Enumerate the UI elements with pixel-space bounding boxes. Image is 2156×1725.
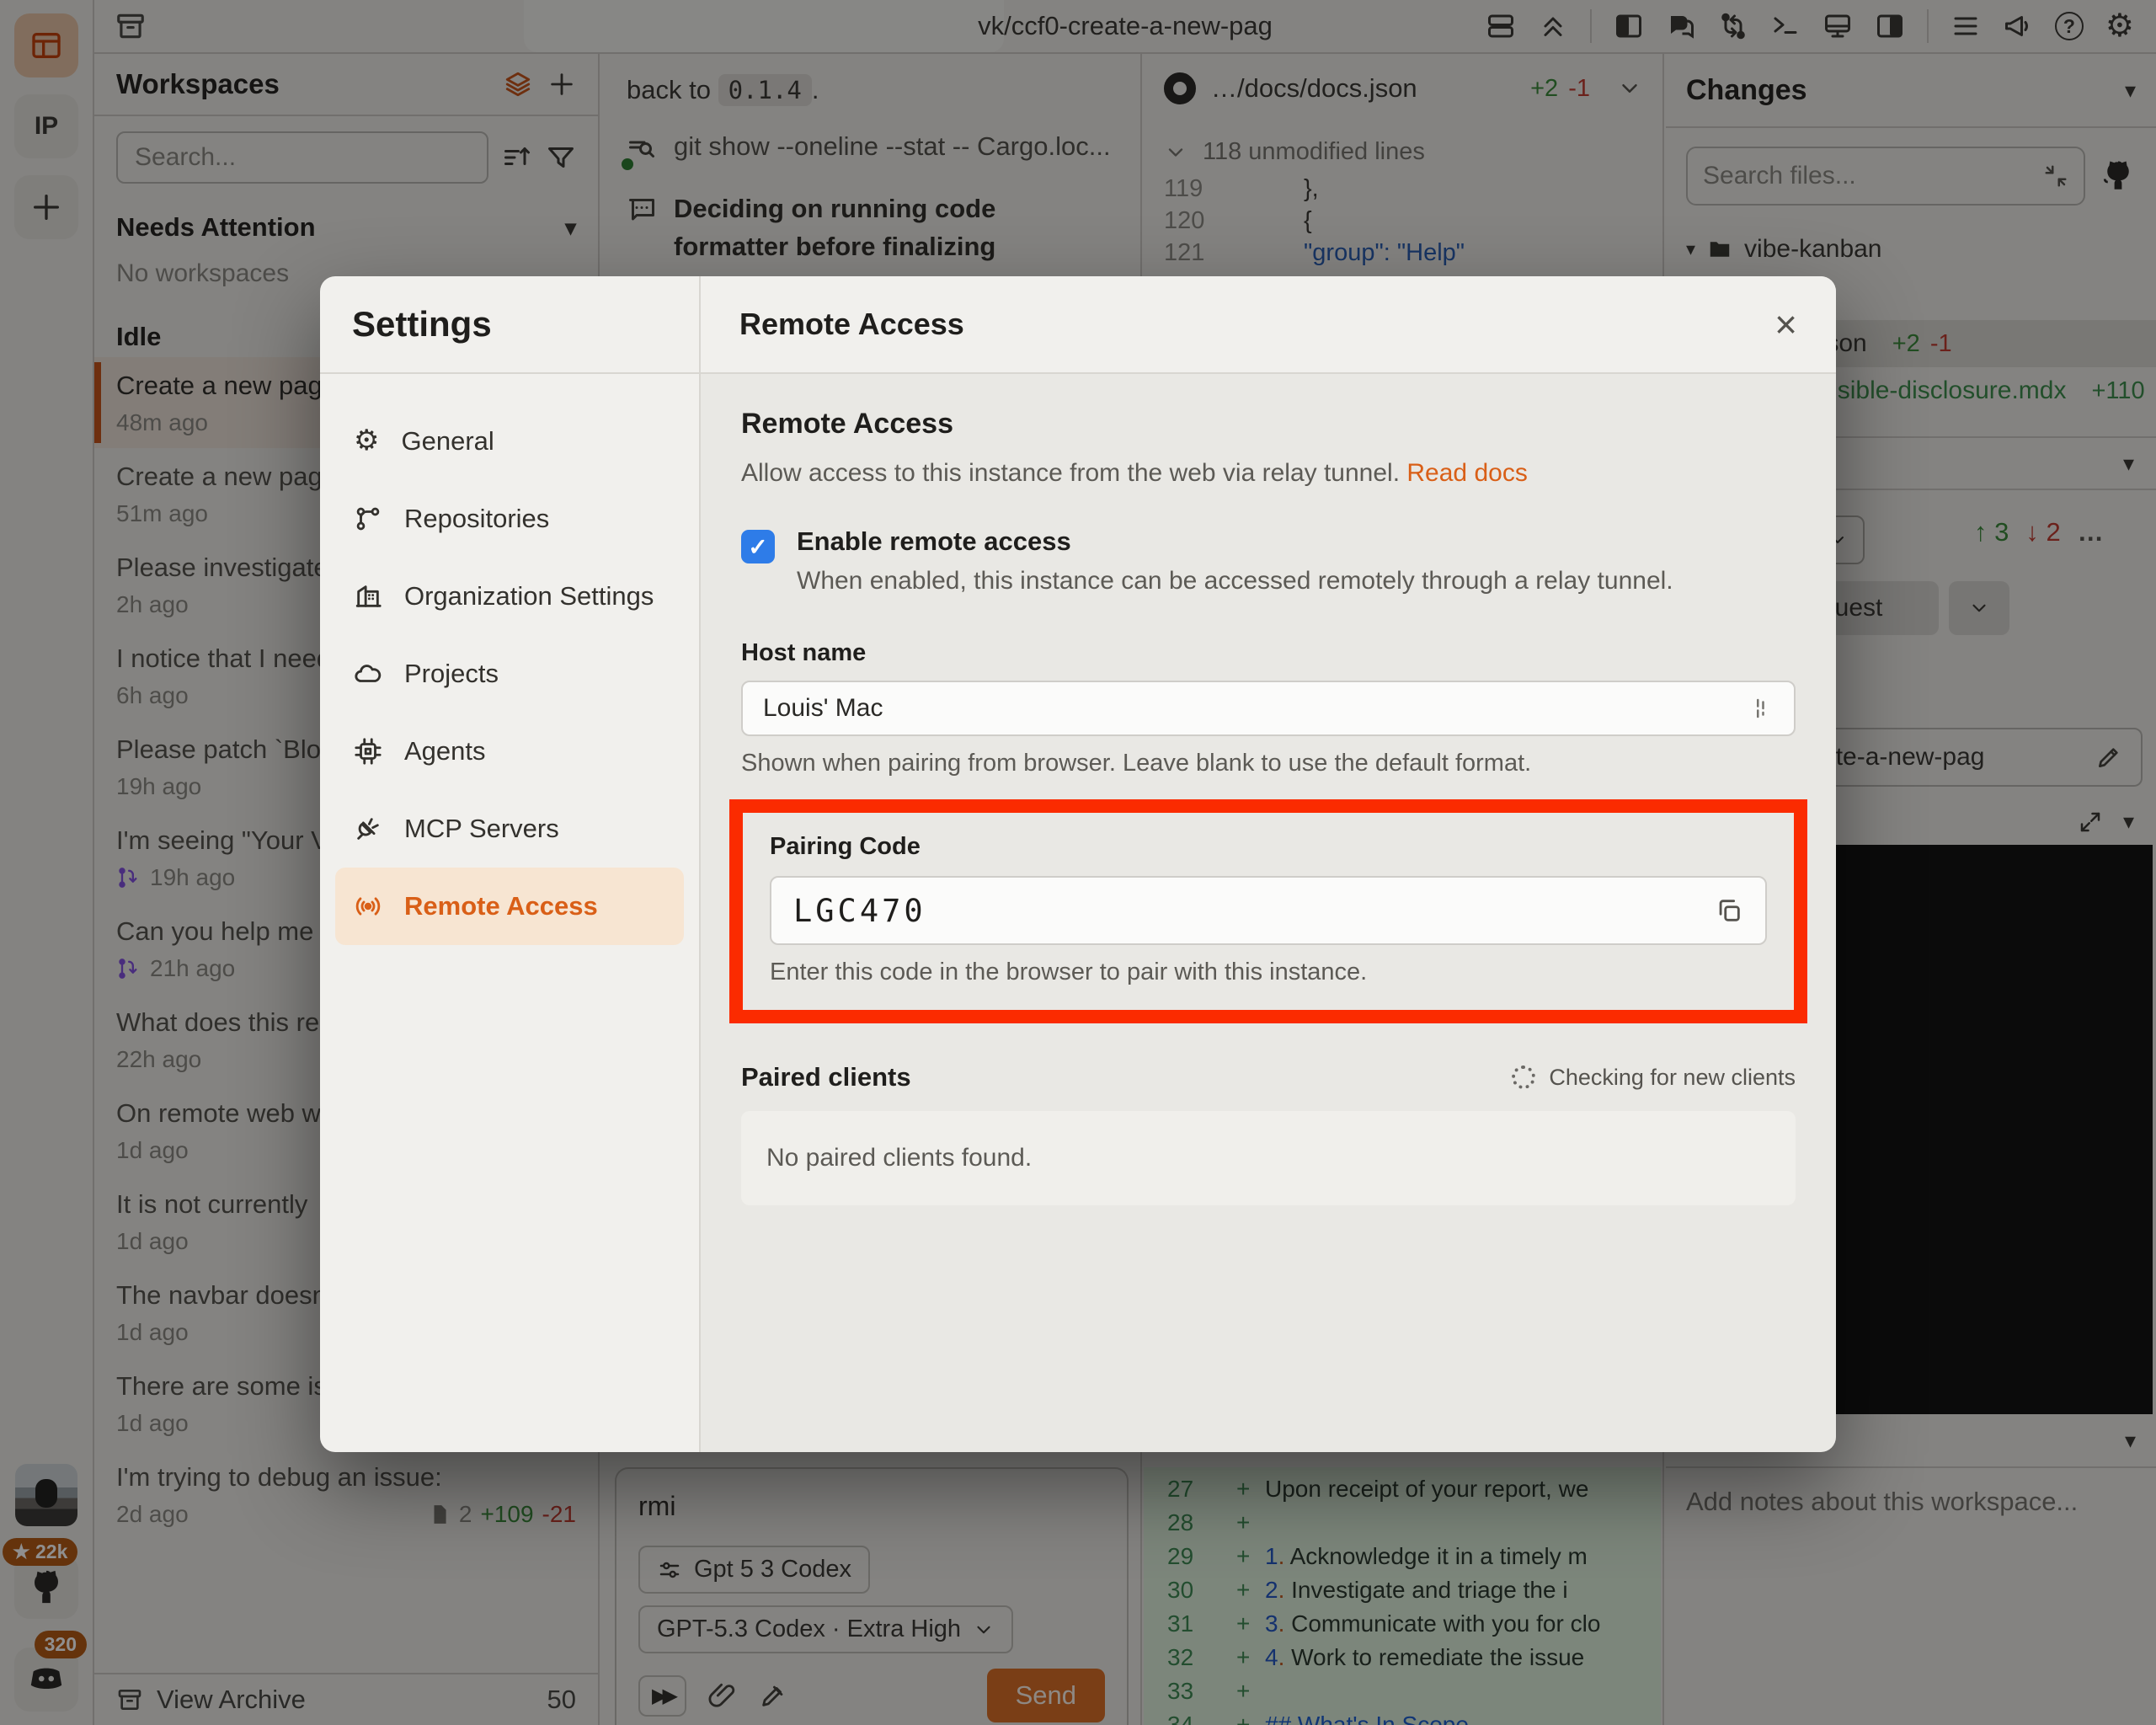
spinner-icon <box>1512 1065 1535 1089</box>
pairing-code-highlight: Pairing Code Enter this code in the brow… <box>729 799 1807 1023</box>
modal-section-header: Remote Access <box>739 307 964 342</box>
close-icon[interactable]: × <box>1774 305 1797 344</box>
enable-remote-access-label: Enable remote access <box>797 526 1673 557</box>
settings-content: Remote Access × Remote Access Allow acce… <box>701 276 1836 1452</box>
building-icon <box>354 582 382 611</box>
read-docs-link[interactable]: Read docs <box>1406 459 1527 487</box>
settings-nav-repositories[interactable]: Repositories <box>335 480 684 558</box>
remote-access-heading: Remote Access <box>741 408 1796 441</box>
cloud-icon <box>354 660 382 688</box>
paired-clients-empty: No paired clients found. <box>741 1111 1796 1205</box>
settings-title: Settings <box>352 304 492 344</box>
chip-icon <box>354 737 382 766</box>
settings-nav-organization-settings[interactable]: Organization Settings <box>335 558 684 635</box>
settings-nav-remote-access[interactable]: Remote Access <box>335 868 684 945</box>
settings-nav-general[interactable]: ⚙General <box>335 403 684 480</box>
text-cursor-icon[interactable] <box>1748 696 1774 721</box>
pairing-code-input[interactable] <box>793 893 1715 929</box>
pairing-code-help: Enter this code in the browser to pair w… <box>770 959 1767 986</box>
host-name-label: Host name <box>741 639 1796 667</box>
broadcast-icon <box>354 892 382 921</box>
settings-nav-agents[interactable]: Agents <box>335 713 684 790</box>
settings-modal: Settings ⚙GeneralRepositoriesOrganizatio… <box>320 276 1836 1452</box>
paired-clients-label: Paired clients <box>741 1062 911 1092</box>
plug-icon <box>354 814 382 843</box>
settings-nav-projects[interactable]: Projects <box>335 635 684 713</box>
host-name-help: Shown when pairing from browser. Leave b… <box>741 750 1796 777</box>
host-name-input[interactable] <box>763 694 1748 723</box>
enable-remote-access-checkbox[interactable]: ✓ <box>741 530 775 563</box>
gear-icon: ⚙ <box>354 426 379 457</box>
git-branch-icon <box>354 505 382 533</box>
settings-nav-mcp-servers[interactable]: MCP Servers <box>335 790 684 868</box>
enable-remote-access-description: When enabled, this instance can be acces… <box>797 567 1673 595</box>
copy-icon[interactable] <box>1715 896 1743 925</box>
checking-status: Checking for new clients <box>1512 1065 1796 1091</box>
pairing-code-label: Pairing Code <box>770 833 1767 861</box>
settings-nav: Settings ⚙GeneralRepositoriesOrganizatio… <box>320 276 701 1452</box>
app-window: IP ★ 22k 320 <box>0 0 2156 1725</box>
remote-access-description: Allow access to this instance from the w… <box>741 459 1400 487</box>
